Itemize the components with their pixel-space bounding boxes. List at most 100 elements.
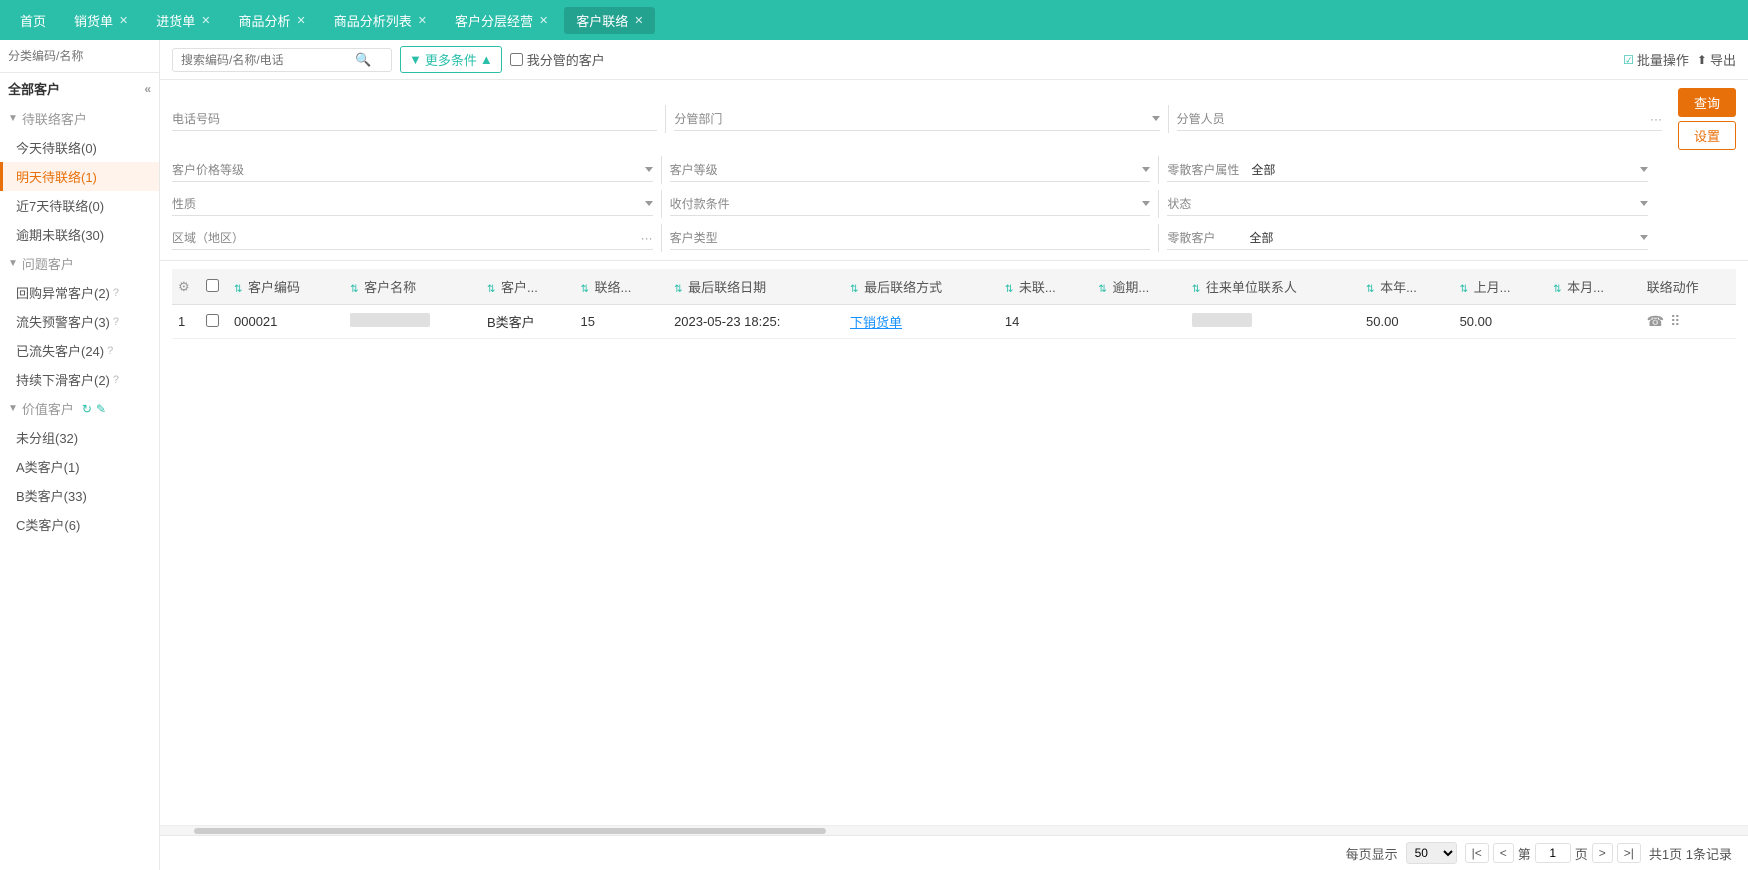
sort-icon-last-date: ⇅ (674, 284, 682, 295)
sidebar-collapse-icon: « (144, 82, 151, 96)
sidebar: 🔍 全部客户 « ▼ 待联络客户 今天待联络(0) 明天待联络(1) 近7天待联… (0, 40, 160, 870)
nav-customer-layer[interactable]: 客户分层经营 ✕ (443, 7, 560, 34)
help-icon-churned[interactable]: ? (107, 345, 113, 357)
retail-customer-chevron-icon (1640, 232, 1648, 244)
sidebar-item-overdue[interactable]: 逾期未联络(30) (0, 220, 159, 249)
nav-sales-close-icon[interactable]: ✕ (119, 14, 128, 27)
contact-icon[interactable]: ☎ (1647, 313, 1664, 330)
col-checkbox[interactable] (200, 269, 228, 305)
filter-retail-customer: 零散客户 全部 (1167, 226, 1648, 250)
table-container: ⚙ ⇅ 客户编码 ⇅ 客户名称 (160, 261, 1748, 825)
nav-customer-contact[interactable]: 客户联络 ✕ (564, 7, 655, 34)
sidebar-search-input[interactable] (8, 49, 160, 63)
sidebar-item-7days[interactable]: 近7天待联络(0) (0, 191, 159, 220)
row-checkbox[interactable] (200, 305, 228, 339)
nav-home[interactable]: 首页 (8, 7, 58, 34)
col-settings[interactable]: ⚙ (172, 269, 200, 305)
export-btn[interactable]: ⬆ 导出 (1697, 50, 1736, 69)
row-last-method[interactable]: 下销货单 (844, 305, 999, 339)
sidebar-group-problem: ▼ 问题客户 (0, 249, 159, 278)
page-input[interactable] (1535, 843, 1571, 863)
gender-chevron-icon (645, 198, 653, 210)
filter-divider-7 (661, 224, 662, 252)
my-customers-checkbox-input[interactable] (510, 53, 523, 66)
prev-page-btn[interactable]: < (1493, 843, 1514, 863)
nav-product-analysis[interactable]: 商品分析 ✕ (226, 7, 317, 34)
scroll-thumb[interactable] (194, 828, 826, 834)
sidebar-item-class-c[interactable]: C类客户(6) (0, 510, 159, 539)
col-uncontact-header[interactable]: ⇅ 未联... (999, 269, 1093, 305)
batch-op-btn[interactable]: ☑ 批量操作 (1623, 50, 1689, 69)
query-button[interactable]: 查询 (1678, 88, 1736, 117)
help-icon-abnormal[interactable]: ? (113, 287, 119, 299)
col-type-header[interactable]: ⇅ 客户... (481, 269, 575, 305)
filter-payment: 收付款条件 (670, 192, 1151, 216)
sidebar-group-pending: ▼ 待联络客户 (0, 104, 159, 133)
filter-phone: 电话号码 (172, 107, 657, 131)
sidebar-item-declining[interactable]: 持续下滑客户(2) ? (0, 365, 159, 394)
nav-purchase-close-icon[interactable]: ✕ (201, 14, 210, 27)
col-last-month-header[interactable]: ⇅ 上月... (1454, 269, 1548, 305)
sidebar-item-churned[interactable]: 已流失客户(24) ? (0, 336, 159, 365)
row-this-year: 50.00 (1360, 305, 1454, 339)
col-this-month-header[interactable]: ⇅ 本月... (1547, 269, 1641, 305)
filter-value-level: 客户价格等级 (172, 158, 653, 182)
region-dots-icon[interactable]: ··· (641, 231, 653, 245)
search-icon[interactable]: 🔍 (355, 52, 371, 68)
filter-row-3: 性质 收付款条件 状态 (172, 190, 1736, 218)
last-page-btn[interactable]: >| (1617, 843, 1641, 863)
row-last-date: 2023-05-23 18:25: (668, 305, 844, 339)
nav-customer-contact-close-icon[interactable]: ✕ (634, 14, 643, 27)
sidebar-item-tomorrow[interactable]: 明天待联络(1) (0, 162, 159, 191)
set-button[interactable]: 设置 (1678, 121, 1736, 150)
col-code-header[interactable]: ⇅ 客户编码 (228, 269, 344, 305)
row-type: B类客户 (481, 305, 575, 339)
filter-panel: 电话号码 分管部门 分管人员 ··· 查询 设置 (160, 80, 1748, 261)
my-customers-checkbox[interactable]: 我分管的客户 (510, 50, 605, 69)
select-all-checkbox[interactable] (206, 279, 219, 292)
sidebar-item-today[interactable]: 今天待联络(0) (0, 133, 159, 162)
nav-product-analysis-close-icon[interactable]: ✕ (297, 14, 306, 27)
first-page-btn[interactable]: |< (1465, 843, 1489, 863)
manager-dots-icon[interactable]: ··· (1650, 112, 1662, 126)
filter-btn[interactable]: ▼ 更多条件 ▲ (400, 46, 502, 73)
nav-product-list-close-icon[interactable]: ✕ (418, 14, 427, 27)
per-page-select[interactable]: 50 100 200 (1406, 842, 1457, 864)
col-unit-contact-header[interactable]: ⇅ 往来单位联系人 (1186, 269, 1360, 305)
search-input[interactable] (181, 53, 351, 67)
col-name-header[interactable]: ⇅ 客户名称 (344, 269, 481, 305)
row-checkbox-input[interactable] (206, 314, 219, 327)
nav-sales[interactable]: 销货单 ✕ (62, 7, 140, 34)
sidebar-item-abnormal[interactable]: 回购异常客户(2) ? (0, 278, 159, 307)
col-overdue-header[interactable]: ⇅ 逾期... (1092, 269, 1186, 305)
col-this-year-header[interactable]: ⇅ 本年... (1360, 269, 1454, 305)
sidebar-item-class-b[interactable]: B类客户(33) (0, 481, 159, 510)
row-unit-contact (1186, 305, 1360, 339)
help-icon-declining[interactable]: ? (113, 374, 119, 386)
filter-row-2: 客户价格等级 客户等级 零散客户属性 全部 (172, 156, 1736, 184)
row-index: 1 (172, 305, 200, 339)
row-actions: ☎ ⠿ (1641, 305, 1736, 339)
toolbar: 🔍 ▼ 更多条件 ▲ 我分管的客户 ☑ 批量操作 ⬆ 导出 (160, 40, 1748, 80)
sidebar-item-churn-warning[interactable]: 流失预警客户(3) ? (0, 307, 159, 336)
sidebar-search-box: 🔍 (0, 40, 159, 73)
footer: 每页显示 50 100 200 |< < 第 页 > >| 共1页 1条记录 (160, 835, 1748, 870)
filter-divider-4 (1158, 156, 1159, 184)
col-action-header: 联络动作 (1641, 269, 1736, 305)
help-icon-churn-warning[interactable]: ? (113, 316, 119, 328)
nav-customer-layer-close-icon[interactable]: ✕ (539, 14, 548, 27)
nav-purchase[interactable]: 进货单 ✕ (144, 7, 222, 34)
row-overdue (1092, 305, 1186, 339)
sort-icon-last-month: ⇅ (1460, 284, 1468, 295)
col-last-method-header[interactable]: ⇅ 最后联络方式 (844, 269, 999, 305)
customer-level-chevron-icon (1142, 164, 1150, 176)
more-icon[interactable]: ⠿ (1670, 313, 1680, 330)
next-page-btn[interactable]: > (1592, 843, 1613, 863)
sort-icon-name: ⇅ (350, 284, 358, 295)
sidebar-item-class-a[interactable]: A类客户(1) (0, 452, 159, 481)
col-last-date-header[interactable]: ⇅ 最后联络日期 (668, 269, 844, 305)
nav-product-list[interactable]: 商品分析列表 ✕ (322, 7, 439, 34)
sidebar-item-ungrouped[interactable]: 未分组(32) (0, 423, 159, 452)
sidebar-all-customers[interactable]: 全部客户 « (0, 73, 159, 104)
col-contact-count-header[interactable]: ⇅ 联络... (575, 269, 669, 305)
